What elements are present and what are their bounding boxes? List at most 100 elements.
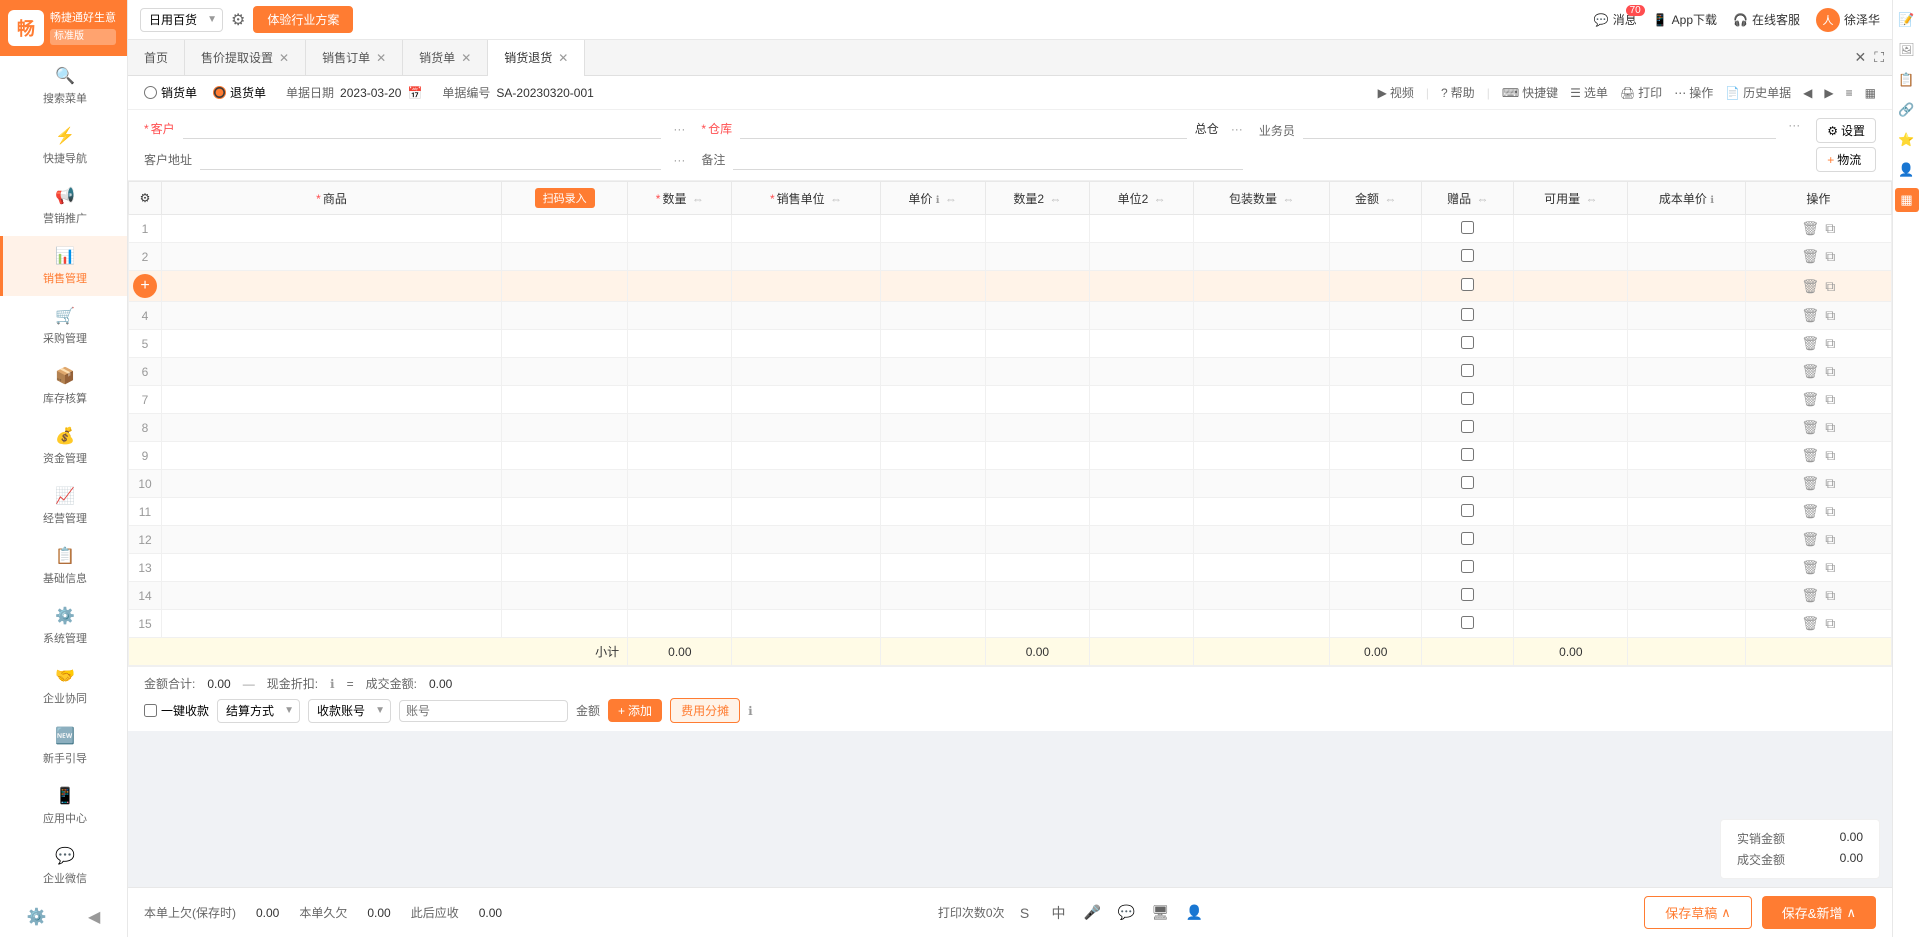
available-cell-11[interactable] (1514, 498, 1628, 526)
qty-cell-1[interactable] (628, 215, 732, 243)
pkg-qty-cell-5[interactable] (1194, 330, 1330, 358)
amount-cell-6[interactable] (1330, 358, 1422, 386)
amount-cell-9[interactable] (1330, 442, 1422, 470)
tab-sales-return[interactable]: 销货退货 ✕ (488, 40, 585, 76)
warehouse-input[interactable] (740, 118, 1187, 139)
video-btn[interactable]: ▶视频 (1378, 84, 1414, 101)
pkg-qty-cell-4[interactable] (1194, 302, 1330, 330)
product-cell-4[interactable] (162, 302, 502, 330)
sidebar-item-quicknav[interactable]: ⚡快捷导航 (0, 116, 127, 176)
available-cell-7[interactable] (1514, 386, 1628, 414)
gift-checkbox-9[interactable] (1461, 448, 1474, 461)
gift-cell-12[interactable] (1422, 526, 1514, 554)
unit-cell-13[interactable] (732, 554, 880, 582)
pkg-qty-cell-15[interactable] (1194, 610, 1330, 638)
cost-price-cell-11[interactable] (1628, 498, 1745, 526)
amount-cell-13[interactable] (1330, 554, 1422, 582)
available-cell-5[interactable] (1514, 330, 1628, 358)
gift-checkbox-6[interactable] (1461, 364, 1474, 377)
gift-checkbox-1[interactable] (1461, 221, 1474, 234)
delete-row-btn-13[interactable]: 🗑 (1801, 559, 1819, 576)
col-gift-drag[interactable]: ⇔ (1476, 192, 1488, 206)
sidebar-item-finance[interactable]: 💰资金管理 (0, 416, 127, 476)
product-cell-6[interactable] (162, 358, 502, 386)
copy-row-btn-5[interactable]: ⧉ (1825, 335, 1835, 352)
copy-row-btn-14[interactable]: ⧉ (1825, 587, 1835, 604)
gift-cell-4[interactable] (1422, 302, 1514, 330)
col-scan[interactable]: 扫码录入 (502, 182, 628, 215)
pkg-qty-cell-7[interactable] (1194, 386, 1330, 414)
product-cell-9[interactable] (162, 442, 502, 470)
staff-input[interactable] (1303, 118, 1776, 139)
copy-row-btn-3[interactable]: ⧉ (1825, 278, 1835, 295)
product-cell-7[interactable] (162, 386, 502, 414)
rp-link-icon[interactable]: 🔗 (1895, 98, 1919, 122)
settlement-select[interactable]: 结算方式 (217, 699, 300, 723)
product-cell-15[interactable] (162, 610, 502, 638)
sidebar-item-basic-info[interactable]: 📋基础信息 (0, 536, 127, 596)
gift-cell-2[interactable] (1422, 243, 1514, 271)
view-list-btn[interactable]: ≡ (1846, 86, 1853, 100)
cost-price-cell-14[interactable] (1628, 582, 1745, 610)
amount-cell-8[interactable] (1330, 414, 1422, 442)
cost-price-cell-8[interactable] (1628, 414, 1745, 442)
sidebar-item-purchase[interactable]: 🛒采购管理 (0, 296, 127, 356)
product-cell-12[interactable] (162, 526, 502, 554)
delete-row-btn-7[interactable]: 🗑 (1801, 391, 1819, 408)
unit-cell-14[interactable] (732, 582, 880, 610)
gift-cell-14[interactable] (1422, 582, 1514, 610)
price-cell-7[interactable] (880, 386, 985, 414)
amount-cell-1[interactable] (1330, 215, 1422, 243)
sidebar-item-wechat[interactable]: 💬企业微信 (0, 836, 127, 896)
qty2-cell-2[interactable] (985, 243, 1089, 271)
gift-checkbox-15[interactable] (1461, 616, 1474, 629)
online-service-btn[interactable]: 🎧 在线客服 (1733, 11, 1800, 28)
delete-row-btn-14[interactable]: 🗑 (1801, 587, 1819, 604)
cost-price-cell-12[interactable] (1628, 526, 1745, 554)
save-new-btn[interactable]: 保存&新增 ∧ (1762, 896, 1876, 929)
available-cell-6[interactable] (1514, 358, 1628, 386)
help-btn[interactable]: ?帮助 (1441, 84, 1475, 101)
pkg-qty-cell-12[interactable] (1194, 526, 1330, 554)
tool-zh-icon[interactable]: 中 (1045, 899, 1073, 927)
sidebar-item-sales[interactable]: 📊销售管理 (0, 236, 127, 296)
next-bill-btn[interactable]: ▶ (1824, 86, 1833, 100)
qty2-cell-9[interactable] (985, 442, 1089, 470)
copy-row-btn-15[interactable]: ⧉ (1825, 615, 1835, 632)
tool-chat-icon[interactable]: 💬 (1113, 899, 1141, 927)
unit-cell-5[interactable] (732, 330, 880, 358)
pkg-qty-cell-9[interactable] (1194, 442, 1330, 470)
gift-checkbox-12[interactable] (1461, 532, 1474, 545)
available-cell-12[interactable] (1514, 526, 1628, 554)
cash-discount-info-icon[interactable]: ℹ (330, 677, 335, 691)
shortcut-btn[interactable]: ⌨快捷键 (1502, 84, 1558, 101)
gift-cell-5[interactable] (1422, 330, 1514, 358)
unit-cell-8[interactable] (732, 414, 880, 442)
amount-cell-4[interactable] (1330, 302, 1422, 330)
cost-price-cell-4[interactable] (1628, 302, 1745, 330)
scan-input-btn[interactable]: 扫码录入 (535, 188, 595, 208)
qty2-cell-4[interactable] (985, 302, 1089, 330)
note-input[interactable] (733, 149, 1242, 170)
sidebar-item-inventory[interactable]: 📦库存核算 (0, 356, 127, 416)
amount-cell-15[interactable] (1330, 610, 1422, 638)
delete-row-btn-15[interactable]: 🗑 (1801, 615, 1819, 632)
account-select-wrapper[interactable]: 收款账号 ▼ (308, 699, 391, 723)
qty-cell-11[interactable] (628, 498, 732, 526)
available-cell-15[interactable] (1514, 610, 1628, 638)
qty2-cell-12[interactable] (985, 526, 1089, 554)
col-pkg-drag[interactable]: ⇔ (1282, 192, 1294, 206)
staff-dots-btn[interactable]: ··· (1788, 118, 1800, 132)
available-cell-3[interactable] (1514, 271, 1628, 302)
available-cell-1[interactable] (1514, 215, 1628, 243)
customer-input[interactable] (183, 118, 662, 139)
tab-maximize-btn[interactable]: ⛶ (1874, 49, 1884, 66)
delete-row-btn-6[interactable]: 🗑 (1801, 363, 1819, 380)
qty-cell-5[interactable] (628, 330, 732, 358)
price-info-icon[interactable]: ℹ (936, 195, 940, 206)
unit-cell-11[interactable] (732, 498, 880, 526)
available-cell-13[interactable] (1514, 554, 1628, 582)
copy-row-btn-11[interactable]: ⧉ (1825, 503, 1835, 520)
price-cell-10[interactable] (880, 470, 985, 498)
copy-row-btn-2[interactable]: ⧉ (1825, 248, 1835, 265)
